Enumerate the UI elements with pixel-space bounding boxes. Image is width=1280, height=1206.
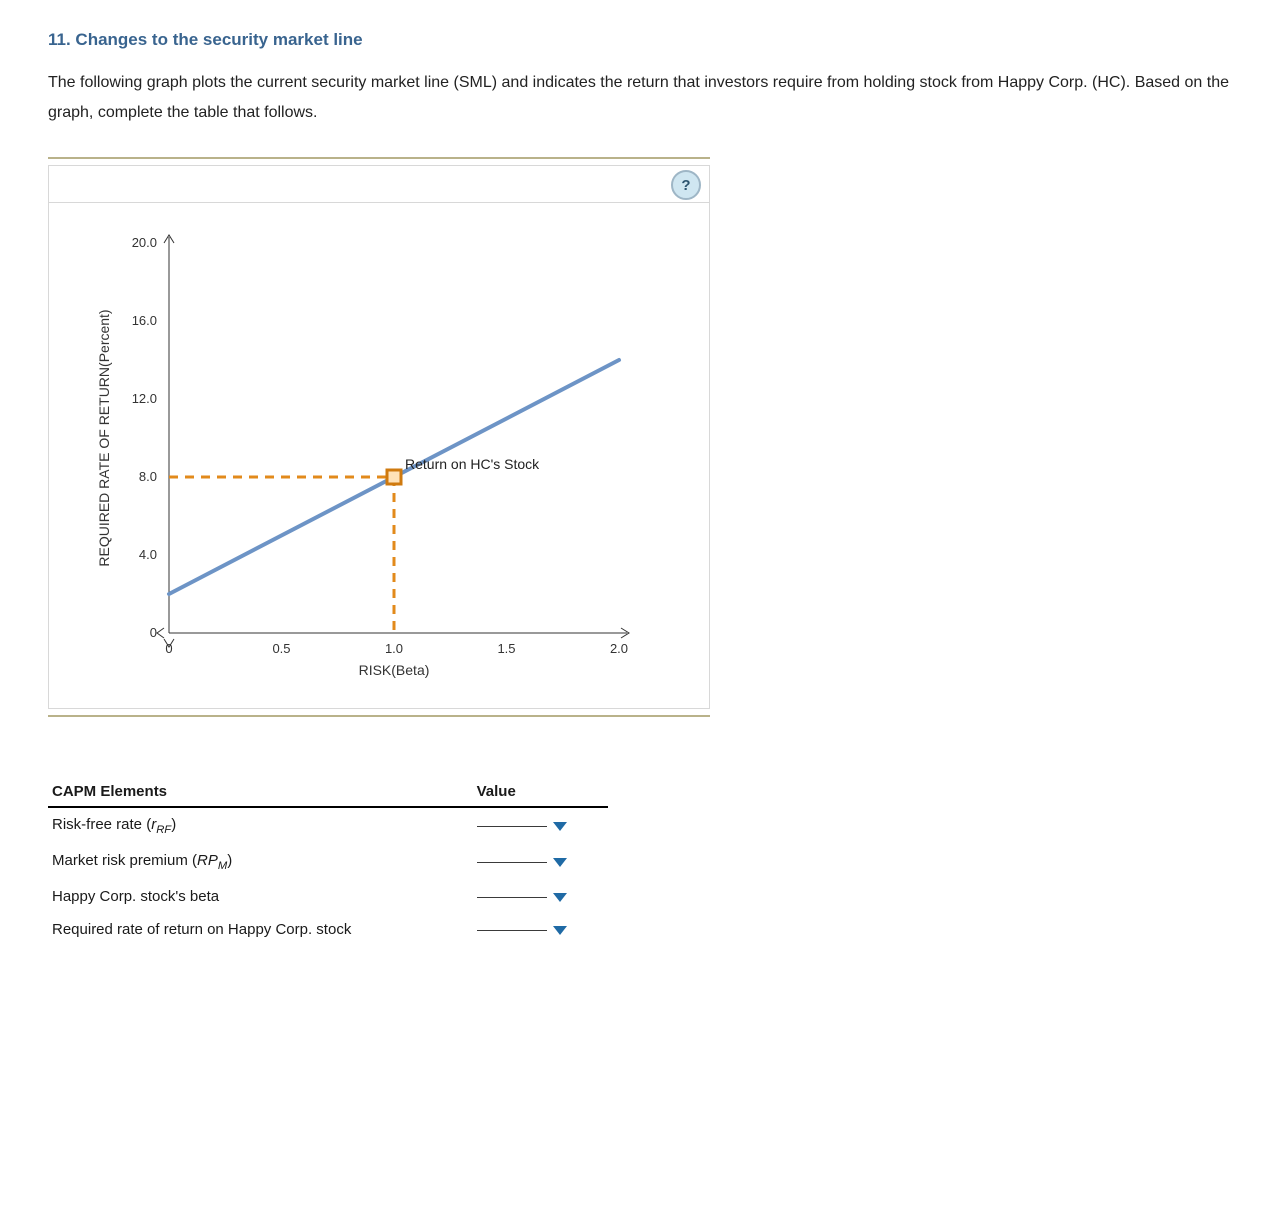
dropdown-icon[interactable] <box>553 893 567 902</box>
value-blank-rfr <box>477 826 547 827</box>
row-risk-free-rate: Risk-free rate (rRF) <box>48 807 473 844</box>
y-tick-0: 0 <box>150 625 157 640</box>
question-title: 11. Changes to the security market line <box>48 30 1232 50</box>
x-tick-05: 0.5 <box>272 641 290 656</box>
help-icon[interactable]: ? <box>671 170 701 200</box>
x-tick-20: 2.0 <box>610 641 628 656</box>
dropdown-icon[interactable] <box>553 858 567 867</box>
value-blank-rpm <box>477 862 547 863</box>
y-axis-label: REQUIRED RATE OF RETURN(Percent) <box>96 310 112 567</box>
y-tick-8: 8.0 <box>139 469 157 484</box>
value-blank-req <box>477 930 547 931</box>
question-prompt: The following graph plots the current se… <box>48 68 1232 127</box>
dropdown-icon[interactable] <box>553 822 567 831</box>
x-axis-label: RISK(Beta) <box>359 662 430 678</box>
row-market-risk-premium: Market risk premium (RPM) <box>48 844 473 880</box>
dropdown-icon[interactable] <box>553 926 567 935</box>
y-tick-4: 4.0 <box>139 547 157 562</box>
y-tick-16: 16.0 <box>132 313 157 328</box>
x-tick-15: 1.5 <box>497 641 515 656</box>
value-blank-beta <box>477 897 547 898</box>
graph-toolbar: ? <box>49 166 709 203</box>
hc-point-label: Return on HC's Stock <box>405 456 540 472</box>
capm-col-value: Value <box>473 777 608 807</box>
hc-point-marker[interactable] <box>387 470 401 484</box>
capm-table: CAPM Elements Value Risk-free rate (rRF)… <box>48 777 608 946</box>
x-tick-10: 1.0 <box>385 641 403 656</box>
y-tick-12: 12.0 <box>132 391 157 406</box>
y-tick-20: 20.0 <box>132 235 157 250</box>
graph-frame: ? <box>48 165 710 709</box>
sml-plot: 0 4.0 8.0 12.0 16.0 20.0 0 0.5 1.0 1.5 2… <box>49 203 709 708</box>
graph-container: ? <box>48 157 710 717</box>
x-tick-0: 0 <box>165 641 172 656</box>
row-required-return: Required rate of return on Happy Corp. s… <box>48 913 473 946</box>
capm-col-elements: CAPM Elements <box>48 777 473 807</box>
row-beta: Happy Corp. stock's beta <box>48 880 473 913</box>
